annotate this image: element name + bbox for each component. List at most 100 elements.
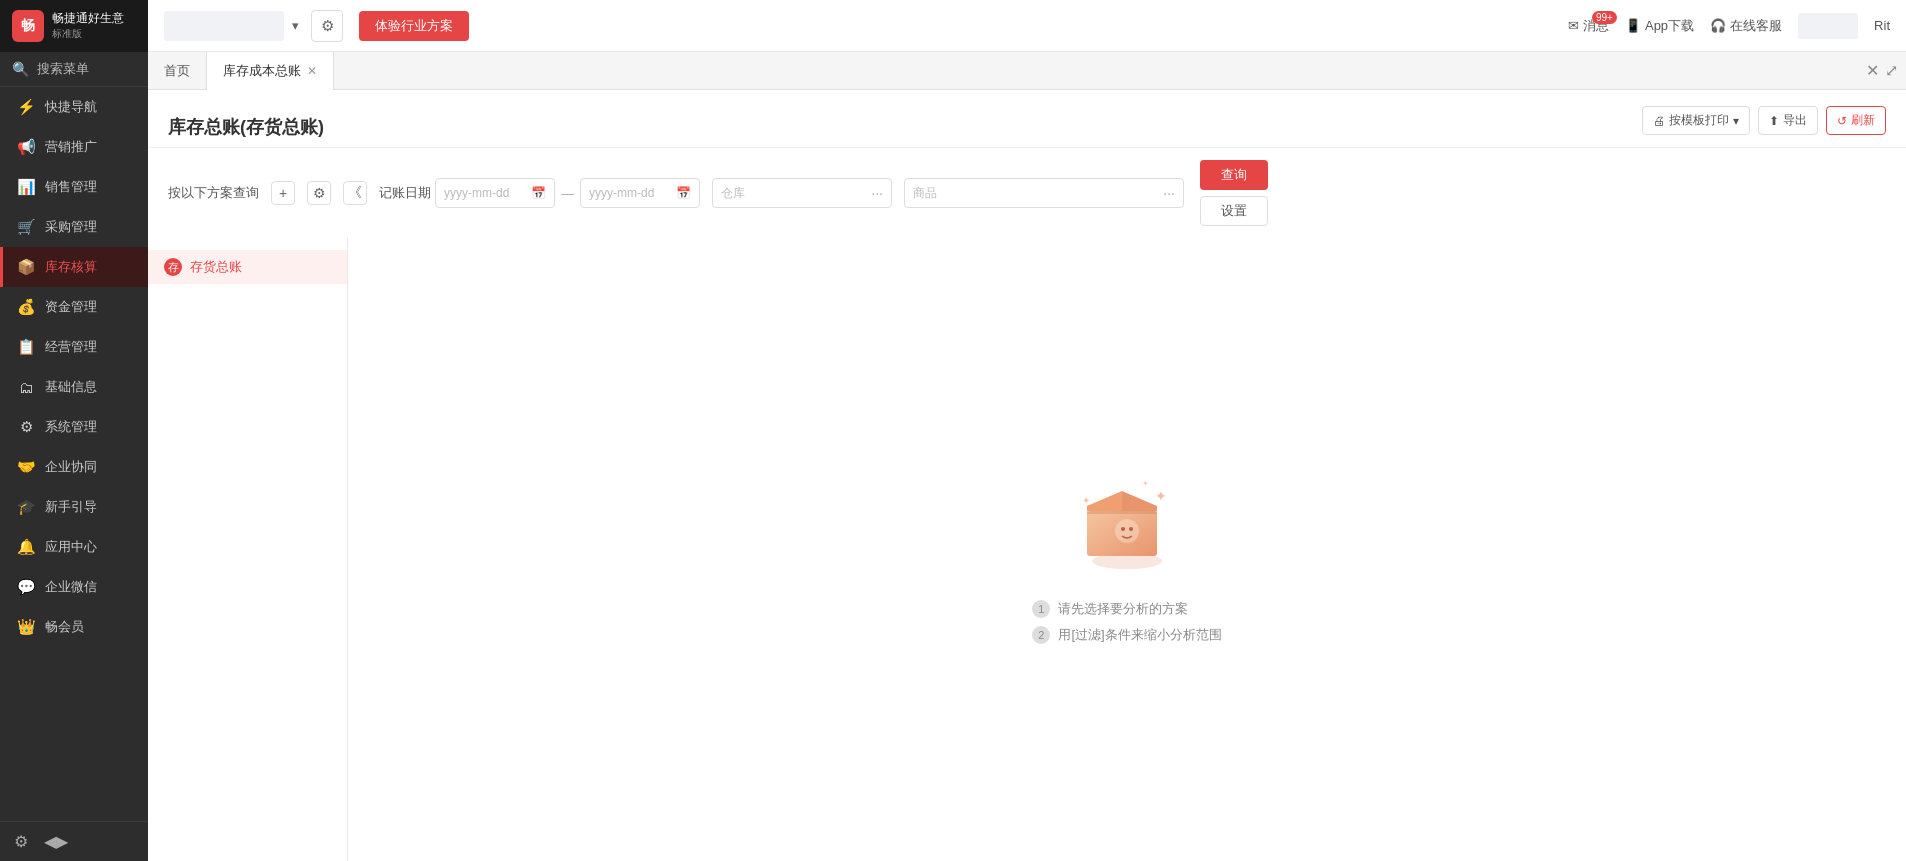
page-header: 库存总账(存货总账) 🖨 按模板打印 ▾ ⬆ 导出 ↺ 刷新 xyxy=(148,90,1906,147)
user-avatar[interactable] xyxy=(1798,13,1858,39)
sidebar-footer: ⚙ ◀▶ xyxy=(0,821,148,861)
settings-icon: ⚙ xyxy=(321,17,334,35)
logo-icon: 畅 xyxy=(12,10,44,42)
app-name: 畅捷通好生意 xyxy=(52,11,124,27)
dropdown-arrow-icon: ▾ xyxy=(292,18,299,33)
export-btn[interactable]: ⬆ 导出 xyxy=(1758,106,1818,135)
tabbar: 首页 库存成本总账 ✕ ✕ ⤢ xyxy=(148,52,1906,90)
topbar-right: ✉ 消息 99+ 📱 App下载 🎧 在线客服 Rit xyxy=(1568,13,1890,39)
product-select[interactable]: 商品 ··· xyxy=(904,178,1184,208)
empty-tips: 1 请先选择要分析的方案 2 用[过滤]条件来缩小分析范围 xyxy=(1032,600,1221,644)
sidebar-item-label: 营销推广 xyxy=(45,138,97,156)
empty-tip-1: 1 请先选择要分析的方案 xyxy=(1032,600,1221,618)
business-icon: 📋 xyxy=(17,338,35,356)
export-label: 导出 xyxy=(1783,112,1807,129)
tab-close-panel-btn[interactable]: ✕ xyxy=(1866,61,1879,80)
filter-collapse-btn[interactable]: 《 xyxy=(343,181,367,205)
sidebar-item-appstore[interactable]: 🔔 应用中心 xyxy=(0,527,148,567)
topbar: ▾ ⚙ 体验行业方案 ✉ 消息 99+ 📱 App下载 🎧 在线客服 Rit xyxy=(148,0,1906,52)
user-name: Rit xyxy=(1874,18,1890,33)
scheme-panel: 存 存货总账 xyxy=(148,238,348,861)
tab-expand-btn[interactable]: ⤢ xyxy=(1885,61,1898,80)
svg-marker-2 xyxy=(1087,491,1122,511)
empty-illustration: ✦ ✦ ✦ xyxy=(1067,456,1187,576)
print-btn[interactable]: 🖨 按模板打印 ▾ xyxy=(1642,106,1750,135)
tab-close-icon[interactable]: ✕ xyxy=(307,64,317,78)
app-download-btn[interactable]: 📱 App下载 xyxy=(1625,17,1694,35)
date-from-placeholder: yyyy-mm-dd xyxy=(444,186,509,200)
svg-text:✦: ✦ xyxy=(1082,495,1090,506)
empty-tip-2: 2 用[过滤]条件来缩小分析范围 xyxy=(1032,626,1221,644)
system-icon: ⚙ xyxy=(17,418,35,436)
industry-btn[interactable]: 体验行业方案 xyxy=(359,11,469,41)
page-actions: 🖨 按模板打印 ▾ ⬆ 导出 ↺ 刷新 xyxy=(1642,106,1886,147)
content-body: 存 存货总账 xyxy=(148,238,1906,861)
tab-home[interactable]: 首页 xyxy=(148,52,207,90)
warehouse-more-icon: ··· xyxy=(871,185,883,201)
app-sub: 标准版 xyxy=(52,27,124,41)
sidebar-item-corp[interactable]: 🤝 企业协同 xyxy=(0,447,148,487)
finance-icon: 💰 xyxy=(17,298,35,316)
sidebar-item-guide[interactable]: 🎓 新手引导 xyxy=(0,487,148,527)
date-to-input[interactable]: yyyy-mm-dd 📅 xyxy=(580,178,700,208)
collapse-icon: 《 xyxy=(348,184,362,202)
product-placeholder: 商品 xyxy=(913,185,937,202)
wechat-icon: 💬 xyxy=(17,578,35,596)
guide-icon: 🎓 xyxy=(17,498,35,516)
filter-add-btn[interactable]: + xyxy=(271,181,295,205)
tab-inventory-label: 库存成本总账 xyxy=(223,62,301,80)
sidebar-collapse-btn[interactable]: ◀▶ xyxy=(44,832,68,851)
topbar-dropdown[interactable]: ▾ xyxy=(292,18,299,33)
sidebar-item-quick-nav[interactable]: ⚡ 快捷导航 xyxy=(0,87,148,127)
tab-actions: ✕ ⤢ xyxy=(1858,61,1906,80)
empty-state: ✦ ✦ ✦ 1 请先选择要分析的方案 2 用[过滤]条件来缩小分析范围 xyxy=(992,416,1261,684)
print-icon: 🖨 xyxy=(1653,114,1665,128)
corp-icon: 🤝 xyxy=(17,458,35,476)
refresh-icon: ↺ xyxy=(1837,114,1847,128)
tip-text-1: 请先选择要分析的方案 xyxy=(1058,600,1188,618)
sidebar-item-basic[interactable]: 🗂 基础信息 xyxy=(0,367,148,407)
settings-btn[interactable]: 设置 xyxy=(1200,196,1268,226)
scheme-item-inventory-total[interactable]: 存 存货总账 xyxy=(148,250,347,284)
sidebar-item-sales[interactable]: 📊 销售管理 xyxy=(0,167,148,207)
refresh-btn[interactable]: ↺ 刷新 xyxy=(1826,106,1886,135)
warehouse-select[interactable]: 仓库 ··· xyxy=(712,178,892,208)
logo-text-block: 畅捷通好生意 标准版 xyxy=(52,11,124,41)
tip-num-1: 1 xyxy=(1032,600,1050,618)
sidebar-item-finance[interactable]: 💰 资金管理 xyxy=(0,287,148,327)
product-more-icon: ··· xyxy=(1163,185,1175,201)
sidebar-item-inventory[interactable]: 📦 库存核算 xyxy=(0,247,148,287)
sidebar-item-label: 采购管理 xyxy=(45,218,97,236)
topbar-left: ▾ ⚙ 体验行业方案 xyxy=(164,10,469,42)
date-from-input[interactable]: yyyy-mm-dd 📅 xyxy=(435,178,555,208)
content-main: ✦ ✦ ✦ 1 请先选择要分析的方案 2 用[过滤]条件来缩小分析范围 xyxy=(348,238,1906,861)
sidebar-search[interactable]: 🔍 搜索菜单 xyxy=(0,52,148,87)
message-btn[interactable]: ✉ 消息 99+ xyxy=(1568,17,1609,35)
sidebar-item-wechat[interactable]: 💬 企业微信 xyxy=(0,567,148,607)
sidebar-item-marketing[interactable]: 📢 营销推广 xyxy=(0,127,148,167)
warehouse-placeholder: 仓库 xyxy=(721,185,745,202)
purchase-icon: 🛒 xyxy=(17,218,35,236)
topbar-settings-btn[interactable]: ⚙ xyxy=(311,10,343,42)
tab-inventory-ledger[interactable]: 库存成本总账 ✕ xyxy=(207,52,334,90)
sidebar-item-label: 企业微信 xyxy=(45,578,97,596)
sidebar-item-label: 应用中心 xyxy=(45,538,97,556)
date-to-placeholder: yyyy-mm-dd xyxy=(589,186,654,200)
support-btn[interactable]: 🎧 在线客服 xyxy=(1710,17,1782,35)
sidebar-item-system[interactable]: ⚙ 系统管理 xyxy=(0,407,148,447)
filter-settings-btn[interactable]: ⚙ xyxy=(307,181,331,205)
search-icon: 🔍 xyxy=(12,61,29,77)
sidebar-item-business[interactable]: 📋 经营管理 xyxy=(0,327,148,367)
svg-point-5 xyxy=(1115,519,1139,543)
appstore-icon: 🔔 xyxy=(17,538,35,556)
inventory-icon: 📦 xyxy=(17,258,35,276)
filter-label: 按以下方案查询 xyxy=(168,184,259,202)
sidebar-item-member[interactable]: 👑 畅会员 xyxy=(0,607,148,647)
message-icon: ✉ xyxy=(1568,18,1579,33)
sidebar-item-label: 基础信息 xyxy=(45,378,97,396)
svg-point-7 xyxy=(1129,527,1133,531)
sidebar-item-purchase[interactable]: 🛒 采购管理 xyxy=(0,207,148,247)
query-btn[interactable]: 查询 xyxy=(1200,160,1268,190)
svg-text:✦: ✦ xyxy=(1142,479,1149,488)
sidebar-settings-btn[interactable]: ⚙ xyxy=(14,832,28,851)
